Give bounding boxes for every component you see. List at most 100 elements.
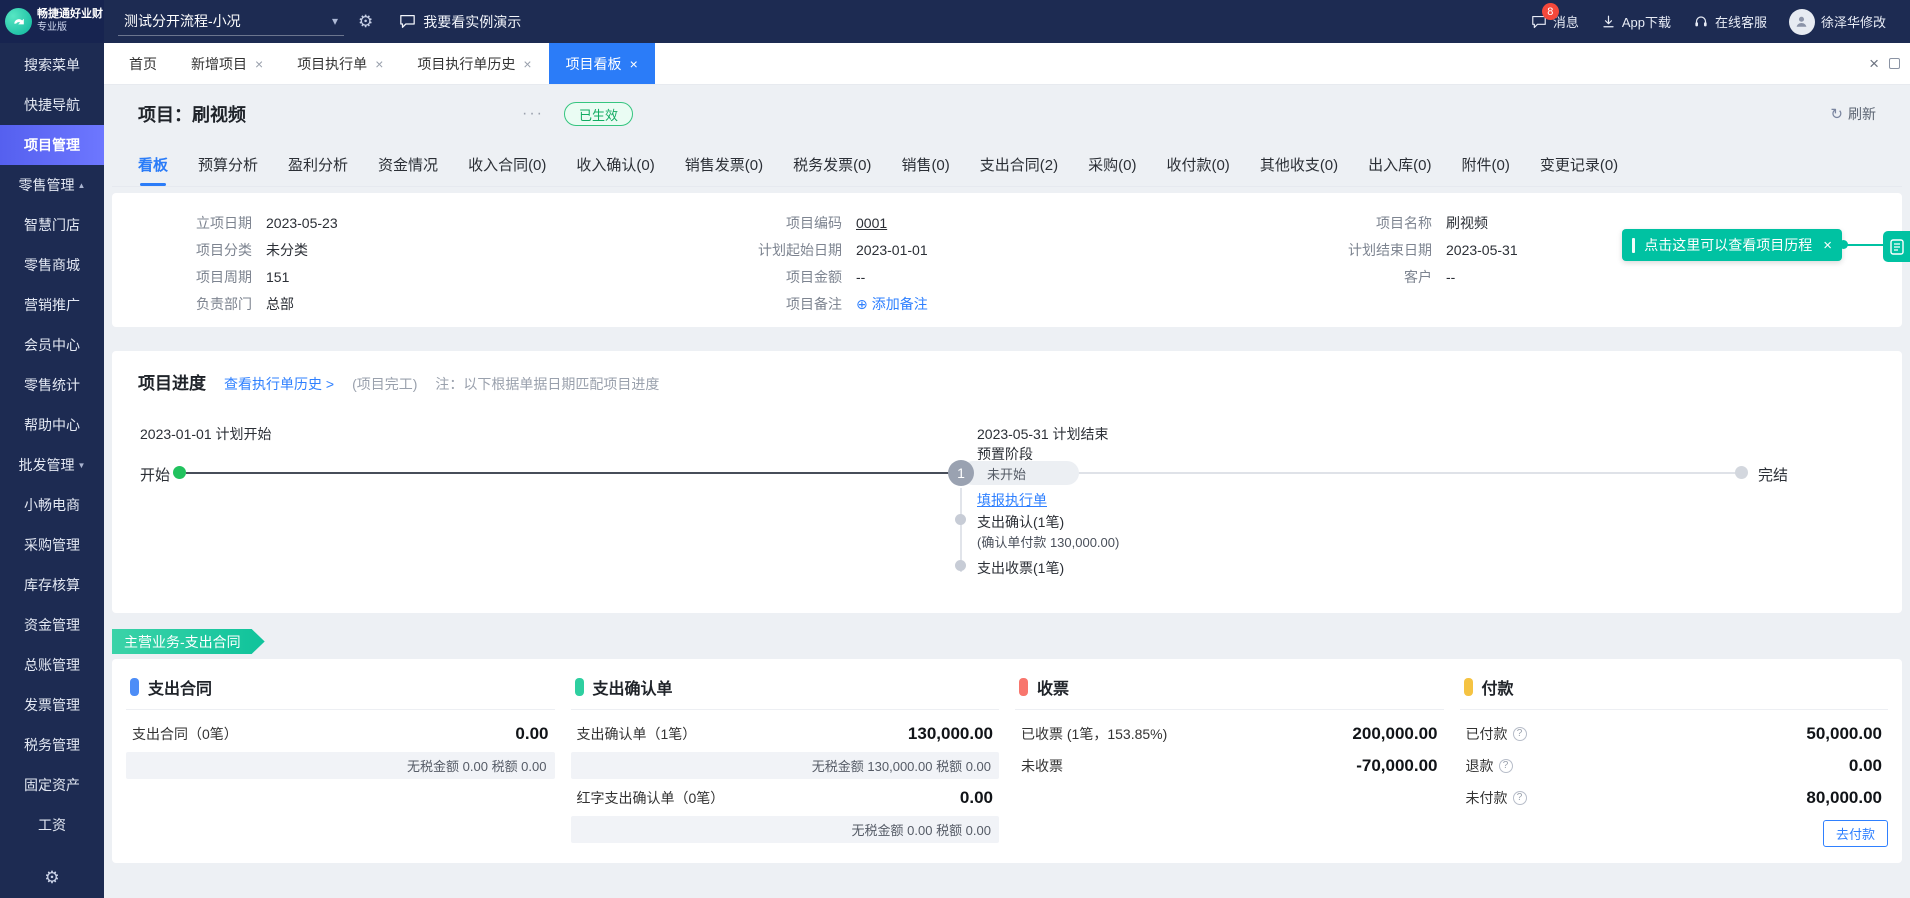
fill-execution-order-link[interactable]: 填报执行单 [977,490,1047,510]
tab-attachments[interactable]: 附件(0) [1462,143,1510,186]
tab-payments[interactable]: 收付款(0) [1166,143,1229,186]
execution-history-link[interactable]: 查看执行单历史 > [224,374,334,394]
tab-sales[interactable]: 销售(0) [901,143,949,186]
field-plan-start-date: 计划起始日期 2023-01-01 [758,242,928,258]
progress-title: 项目进度 [138,374,206,393]
card-expense-contract: 支出合同 支出合同（0笔） 0.00 无税金额 0.00 税额 0.00 [126,673,555,863]
sidebar-item-smart-store[interactable]: 智慧门店 [0,205,104,245]
sidebar-gear-icon[interactable]: ⚙ [0,858,104,898]
settings-gear-icon[interactable]: ⚙ [358,12,373,32]
tab-change-log[interactable]: 变更记录(0) [1540,143,1618,186]
sidebar-item-tax-management[interactable]: 税务管理 [0,725,104,765]
refresh-button[interactable]: ↻ 刷新 [1830,104,1876,124]
help-icon[interactable]: ? [1512,790,1527,805]
tab-income-confirm[interactable]: 收入确认(0) [576,143,654,186]
sidebar-item-wholesale-management[interactable]: 批发管理 ▼ [0,445,104,485]
help-icon[interactable]: ? [1512,726,1527,741]
field-responsible-dept: 负责部门 总部 [196,296,294,312]
sidebar-item-purchase-management[interactable]: 采购管理 [0,525,104,565]
doc-tab-project-execution[interactable]: 项目执行单 × [280,43,400,84]
tab-budget-analysis[interactable]: 预算分析 [198,143,258,186]
stage-node: 1 [948,460,974,486]
demo-link[interactable]: 我要看实例演示 [399,12,521,32]
card-title: 收票 [1037,681,1070,698]
field-project-amount: 项目金额 -- [786,269,866,285]
tab-purchase[interactable]: 采购(0) [1088,143,1136,186]
add-note-link[interactable]: ⊕ 添加备注 [856,294,928,314]
sidebar-item-xiaochang-ecommerce[interactable]: 小畅电商 [0,485,104,525]
document-tab-bar: 首页 新增项目 × 项目执行单 × 项目执行单历史 × 项目看板 × × [104,43,1910,85]
tab-profit-analysis[interactable]: 盈利分析 [288,143,348,186]
close-icon[interactable]: × [375,57,383,71]
doc-tab-new-project[interactable]: 新增项目 × [174,43,280,84]
stat-subrow: 无税金额 0.00 税额 0.00 [570,816,999,843]
close-all-icon[interactable]: × [1869,54,1879,74]
card-title: 支出确认单 [592,681,673,698]
doc-tab-project-execution-history[interactable]: 项目执行单历史 × [400,43,548,84]
tab-tax-invoice[interactable]: 税务发票(0) [793,143,871,186]
info-col-2: 项目编码 0001 计划起始日期 2023-01-01 项目金额 -- 项目备注 ⊕ 添加… [712,213,1302,327]
sidebar-item-funds-management[interactable]: 资金管理 [0,605,104,645]
close-icon[interactable]: × [630,57,638,71]
more-actions-icon[interactable]: ··· [522,105,544,123]
user-menu[interactable]: 徐泽华修改 [1788,8,1886,35]
tooltip-text: 点击这里可以查看项目历程 [1644,237,1813,253]
doc-tab-home[interactable]: 首页 [112,43,174,84]
refresh-icon: ↻ [1830,106,1843,123]
tab-kanban[interactable]: 看板 [138,143,168,186]
plan-end-label: 2023-05-31 计划结束 [977,426,1109,442]
org-select[interactable]: 测试分开流程-小况 ▾ [118,7,344,36]
help-icon[interactable]: ? [1498,758,1513,773]
sidebar-item-search-menu[interactable]: 搜索菜单 [0,45,104,85]
sidebar-item-general-ledger[interactable]: 总账管理 [0,645,104,685]
close-icon[interactable]: × [255,57,263,71]
sidebar-item-help-center[interactable]: 帮助中心 [0,405,104,445]
avatar [1788,8,1815,35]
tab-funds[interactable]: 资金情况 [378,143,438,186]
card-expense-confirm: 支出确认单 支出确认单（1笔） 130,000.00 无税金额 130,000.0… [570,673,999,863]
tab-other-income-expense[interactable]: 其他收支(0) [1260,143,1338,186]
sidebar-item-fixed-assets[interactable]: 固定资产 [0,765,104,805]
tab-inventory-io[interactable]: 出入库(0) [1368,143,1431,186]
doc-tab-project-kanban[interactable]: 项目看板 × [548,43,655,84]
expand-icon[interactable] [1889,58,1900,69]
sidebar-item-quick-nav[interactable]: 快捷导航 [0,85,104,125]
online-service-button[interactable]: 在线客服 [1693,12,1767,31]
tab-income-contract[interactable]: 收入合同(0) [468,143,546,186]
timeline-start-dot [173,466,186,479]
sidebar-item-inventory-accounting[interactable]: 库存核算 [0,565,104,605]
project-progress-card: 项目进度 查看执行单历史 > (项目完工) 注：以下根据单据日期匹配项目进度 2… [112,351,1902,613]
sidebar-item-member-center[interactable]: 会员中心 [0,325,104,365]
app-root: 畅捷通好业财 专业版 测试分开流程-小况 ▾ ⚙ 我要看实例演示 消息 8 Ap… [0,0,1910,898]
business-panel: 支出合同 支出合同（0笔） 0.00 无税金额 0.00 税额 0.00 支出确认… [112,659,1902,863]
content: 项目：刷视频 ··· 已生效 ↻ 刷新 看板 预算分析 盈利分析 资金情况 收入… [104,85,1910,898]
topbar-right: 消息 8 App下载 在线客服 徐泽华修改 [1531,3,1910,35]
go-pay-button[interactable]: 去付款 [1822,820,1888,847]
brand-name: 畅捷通好业财 [37,8,103,21]
brand-edition: 专业版 [37,22,67,34]
card-title: 付款 [1481,681,1514,698]
project-history-button[interactable] [1883,231,1910,262]
stat-subrow: 无税金额 130,000.00 税额 0.00 [570,752,999,779]
brand-logo: 畅捷通好业财 专业版 [0,0,104,43]
timeline-finish-label: 完结 [1758,467,1789,484]
app-download-button[interactable]: App下载 [1601,12,1671,31]
tab-sales-invoice[interactable]: 销售发票(0) [685,143,763,186]
brand-logo-icon [5,8,32,35]
sidebar-item-project-management[interactable]: 项目管理 [0,125,104,165]
project-history-tooltip: 点击这里可以查看项目历程 × [1622,229,1842,261]
sidebar-item-marketing[interactable]: 营销推广 [0,285,104,325]
tooltip-close-icon[interactable]: × [1823,237,1832,254]
messages-button[interactable]: 消息 8 [1531,3,1579,31]
user-name: 徐泽华修改 [1820,15,1886,30]
close-icon[interactable]: × [523,57,531,71]
tab-expense-contract[interactable]: 支出合同(2) [980,143,1058,186]
sidebar-item-retail-stats[interactable]: 零售统计 [0,365,104,405]
sidebar-item-invoice-management[interactable]: 发票管理 [0,685,104,725]
stat-row: 已付款? 50,000.00 [1465,723,1883,743]
project-code-link[interactable]: 0001 [856,213,887,233]
stat-row: 红字支出确认单（0笔） 0.00 [576,787,994,807]
sidebar-item-retail-management[interactable]: 零售管理 ▲ [0,165,104,205]
sidebar-item-payroll[interactable]: 工资 [0,805,104,845]
sidebar-item-retail-mall[interactable]: 零售商城 [0,245,104,285]
